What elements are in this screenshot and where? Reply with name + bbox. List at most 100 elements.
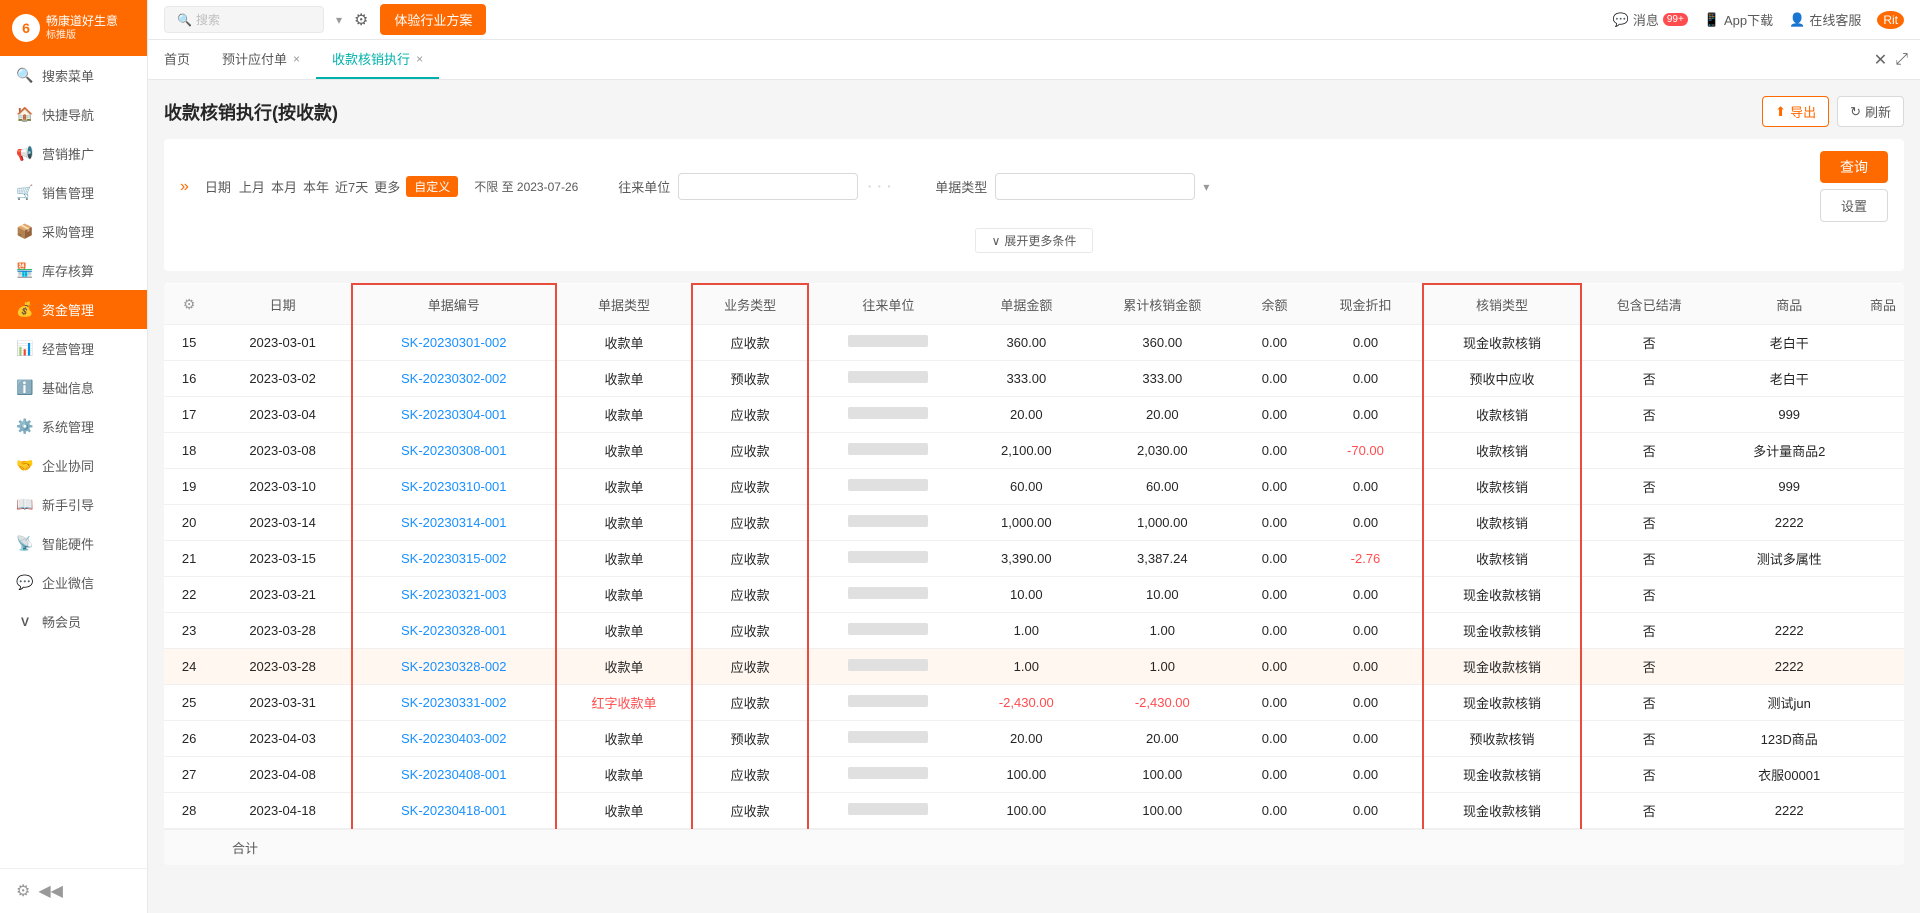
bill-no-link[interactable]: SK-20230308-001 xyxy=(401,443,507,458)
col-header-product: 商品 xyxy=(1716,284,1862,325)
gear-header-icon[interactable]: ⚙ xyxy=(183,296,196,312)
bill-no-link[interactable]: SK-20230403-002 xyxy=(401,731,507,746)
cell-product: 2222 xyxy=(1716,649,1862,685)
date-opt-more[interactable]: 更多 xyxy=(374,177,400,196)
table-row[interactable]: 16 2023-03-02 SK-20230302-002 收款单 预收款 33… xyxy=(164,361,1904,397)
sidebar-item-shortcut[interactable]: 🏠快捷导航 xyxy=(0,95,147,134)
table-row[interactable]: 19 2023-03-10 SK-20230310-001 收款单 应收款 60… xyxy=(164,469,1904,505)
table-row[interactable]: 22 2023-03-21 SK-20230321-003 收款单 应收款 10… xyxy=(164,577,1904,613)
query-button[interactable]: 查询 xyxy=(1820,151,1888,183)
bill-no-link[interactable]: SK-20230328-001 xyxy=(401,623,507,638)
sidebar-item-wechat[interactable]: 💬企业微信 xyxy=(0,563,147,602)
bill-no-link[interactable]: SK-20230314-001 xyxy=(401,515,507,530)
sidebar-item-marketing[interactable]: 📢营销推广 xyxy=(0,134,147,173)
cell-product: 老白干 xyxy=(1716,361,1862,397)
bill-no-link[interactable]: SK-20230321-003 xyxy=(401,587,507,602)
sidebar-item-member[interactable]: V畅会员 xyxy=(0,602,147,641)
date-opt-7days[interactable]: 近7天 xyxy=(335,177,368,196)
date-opt-this-month[interactable]: 本月 xyxy=(271,177,297,196)
filter-expand-toggle[interactable]: » xyxy=(180,178,189,196)
sidebar-item-operations[interactable]: 📊经营管理 xyxy=(0,329,147,368)
settings-footer-icon[interactable]: ⚙ xyxy=(16,881,30,901)
sidebar-item-basic[interactable]: ℹ️基础信息 xyxy=(0,368,147,407)
sidebar-item-finance[interactable]: 💰资金管理 xyxy=(0,290,147,329)
topbar: 🔍 搜索 ▾ ⚙ 体验行业方案 💬 消息 99+ 📱 App下载 👤 在线客服 … xyxy=(148,0,1920,40)
tab-close-all-icon[interactable]: ✕ xyxy=(1874,50,1887,70)
cell-bill-no: SK-20230321-003 xyxy=(352,577,556,613)
sidebar-item-newbie[interactable]: 📖新手引导 xyxy=(0,485,147,524)
table-row[interactable]: 24 2023-03-28 SK-20230328-002 收款单 应收款 1.… xyxy=(164,649,1904,685)
sidebar-item-system[interactable]: ⚙️系统管理 xyxy=(0,407,147,446)
table-row[interactable]: 21 2023-03-15 SK-20230315-002 收款单 应收款 3,… xyxy=(164,541,1904,577)
topbar-gear-icon[interactable]: ⚙ xyxy=(354,10,368,30)
date-opt-last-month[interactable]: 上月 xyxy=(239,177,265,196)
cell-date: 2023-03-15 xyxy=(214,541,352,577)
user-avatar: Rit xyxy=(1877,11,1904,29)
tab-writeoff-close[interactable]: × xyxy=(416,52,423,66)
bill-no-link[interactable]: SK-20230315-002 xyxy=(401,551,507,566)
table-row[interactable]: 27 2023-04-08 SK-20230408-001 收款单 应收款 10… xyxy=(164,757,1904,793)
table-scroll[interactable]: ⚙ 日期 单据编号 单据类型 业务类型 往来单位 单据金额 累计核销金额 余额 … xyxy=(164,283,1904,829)
bill-type-input[interactable] xyxy=(995,173,1195,200)
cell-date: 2023-03-08 xyxy=(214,433,352,469)
cell-writeoff-amount: 1.00 xyxy=(1085,613,1240,649)
user-item[interactable]: Rit xyxy=(1877,11,1904,29)
sidebar-item-smart[interactable]: 📡智能硬件 xyxy=(0,524,147,563)
app-download-item[interactable]: 📱 App下载 xyxy=(1704,10,1773,29)
cell-bill-no: SK-20230304-001 xyxy=(352,397,556,433)
collapse-icon[interactable]: ◀◀ xyxy=(38,881,63,901)
table-row[interactable]: 15 2023-03-01 SK-20230301-002 收款单 应收款 36… xyxy=(164,325,1904,361)
tab-expand-icon[interactable]: ⤢ xyxy=(1895,51,1908,69)
solution-button[interactable]: 体验行业方案 xyxy=(380,4,486,35)
sidebar-item-search[interactable]: 🔍搜索菜单 xyxy=(0,56,147,95)
sidebar-item-purchase[interactable]: 📦采购管理 xyxy=(0,212,147,251)
online-service-item[interactable]: 👤 在线客服 xyxy=(1789,10,1861,29)
setting-button[interactable]: 设置 xyxy=(1820,189,1888,222)
sidebar-item-inventory[interactable]: 🏪库存核算 xyxy=(0,251,147,290)
cell-product2 xyxy=(1862,685,1904,721)
table-row[interactable]: 17 2023-03-04 SK-20230304-001 收款单 应收款 20… xyxy=(164,397,1904,433)
table-row[interactable]: 25 2023-03-31 SK-20230331-002 红字收款单 应收款 … xyxy=(164,685,1904,721)
table-row[interactable]: 20 2023-03-14 SK-20230314-001 收款单 应收款 1,… xyxy=(164,505,1904,541)
topbar-arrow-icon[interactable]: ▾ xyxy=(336,13,342,27)
bill-no-link[interactable]: SK-20230408-001 xyxy=(401,767,507,782)
table-row[interactable]: 28 2023-04-18 SK-20230418-001 收款单 应收款 10… xyxy=(164,793,1904,829)
partner-input[interactable] xyxy=(678,173,858,200)
export-button[interactable]: ⬆ 导出 xyxy=(1762,96,1829,127)
cell-writeoff-amount: 100.00 xyxy=(1085,793,1240,829)
cell-writeoff-type: 预收款核销 xyxy=(1423,721,1581,757)
sidebar-item-enterprise[interactable]: 🤝企业协同 xyxy=(0,446,147,485)
col-header-date: 日期 xyxy=(214,284,352,325)
cell-bill-type: 收款单 xyxy=(556,505,693,541)
date-opt-custom[interactable]: 自定义 xyxy=(406,176,458,197)
refresh-button[interactable]: ↻ 刷新 xyxy=(1837,96,1904,127)
bill-no-link[interactable]: SK-20230331-002 xyxy=(401,695,507,710)
topbar-search[interactable]: 🔍 搜索 xyxy=(164,6,324,33)
cell-include-settled: 否 xyxy=(1581,325,1716,361)
bill-no-link[interactable]: SK-20230310-001 xyxy=(401,479,507,494)
table-row[interactable]: 18 2023-03-08 SK-20230308-001 收款单 应收款 2,… xyxy=(164,433,1904,469)
cell-date: 2023-03-14 xyxy=(214,505,352,541)
tab-prepay[interactable]: 预计应付单 × xyxy=(206,40,316,79)
tab-prepay-close[interactable]: × xyxy=(293,52,300,66)
table-row[interactable]: 26 2023-04-03 SK-20230403-002 收款单 预收款 20… xyxy=(164,721,1904,757)
bill-no-link[interactable]: SK-20230418-001 xyxy=(401,803,507,818)
sidebar-item-sales[interactable]: 🛒销售管理 xyxy=(0,173,147,212)
date-opt-this-year[interactable]: 本年 xyxy=(303,177,329,196)
message-item[interactable]: 💬 消息 99+ xyxy=(1613,10,1688,29)
cell-balance: 0.00 xyxy=(1240,577,1309,613)
bill-no-link[interactable]: SK-20230302-002 xyxy=(401,371,507,386)
col-header-gear[interactable]: ⚙ xyxy=(164,284,214,325)
tab-writeoff[interactable]: 收款核销执行 × xyxy=(316,40,439,79)
topbar-right: 💬 消息 99+ 📱 App下载 👤 在线客服 Rit xyxy=(1613,10,1904,29)
table-row[interactable]: 23 2023-03-28 SK-20230328-001 收款单 应收款 1.… xyxy=(164,613,1904,649)
dropdown-arrow-icon[interactable]: ▾ xyxy=(1203,180,1209,194)
cell-biz-type: 应收款 xyxy=(692,541,807,577)
expand-more-button[interactable]: ∨ 展开更多条件 xyxy=(975,228,1094,253)
cell-writeoff-amount: 2,030.00 xyxy=(1085,433,1240,469)
cell-product2 xyxy=(1862,469,1904,505)
bill-no-link[interactable]: SK-20230304-001 xyxy=(401,407,507,422)
tab-home[interactable]: 首页 xyxy=(148,40,206,79)
bill-no-link[interactable]: SK-20230301-002 xyxy=(401,335,507,350)
bill-no-link[interactable]: SK-20230328-002 xyxy=(401,659,507,674)
